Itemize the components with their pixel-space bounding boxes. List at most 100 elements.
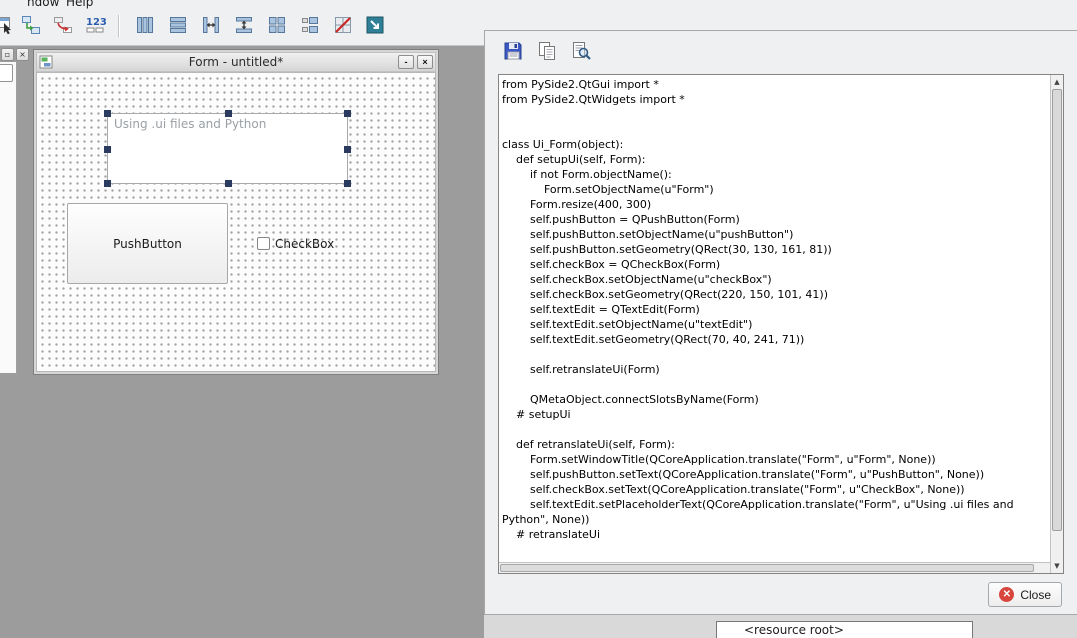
find-icon — [569, 39, 593, 63]
break-layout-icon — [332, 14, 354, 36]
code-line: QMetaObject.connectSlotsByName(Form) — [502, 392, 1048, 407]
edit-signals-slots-icon — [20, 14, 42, 36]
selection-handle[interactable] — [344, 180, 351, 187]
dock-titlebar-fragment: ▫ × — [1, 48, 29, 61]
break-layout-button[interactable] — [329, 11, 357, 39]
copy-button[interactable] — [533, 37, 561, 65]
horizontal-scrollbar-thumb[interactable] — [500, 564, 1034, 572]
code-line: self.textEdit.setObjectName(u"textEdit") — [502, 317, 1048, 332]
layout-vertical-button[interactable] — [164, 11, 192, 39]
code-text[interactable]: from PySide2.QtGui import *from PySide2.… — [499, 75, 1050, 562]
close-icon: ✕ — [999, 587, 1014, 602]
code-line: self.textEdit.setGeometry(QRect(70, 40, … — [502, 332, 1048, 347]
code-line: Form.setObjectName(u"Form") — [502, 182, 1048, 197]
selection-handle[interactable] — [225, 180, 232, 187]
textedit-widget[interactable]: Using .ui files and Python — [107, 113, 348, 184]
edit-buddies-icon — [52, 14, 74, 36]
form-window[interactable]: Form - untitled* - × Using .ui files and… — [33, 49, 439, 375]
code-line: from PySide2.QtGui import * — [502, 77, 1048, 92]
pushbutton-widget[interactable]: PushButton — [67, 203, 228, 284]
scroll-down-icon[interactable]: ▼ — [1051, 559, 1063, 573]
code-line: self.checkBox.setGeometry(QRect(220, 150… — [502, 287, 1048, 302]
code-line: Form.resize(400, 300) — [502, 197, 1048, 212]
form-window-title: Form - untitled* — [37, 55, 435, 69]
save-button[interactable] — [499, 37, 527, 65]
copy-icon — [535, 39, 559, 63]
code-editor[interactable]: from PySide2.QtGui import *from PySide2.… — [498, 74, 1064, 574]
code-line — [502, 377, 1048, 392]
code-line: # setupUi — [502, 407, 1048, 422]
code-line: self.checkBox = QCheckBox(Form) — [502, 257, 1048, 272]
code-dialog-toolbar — [499, 37, 595, 65]
selection-handle[interactable] — [104, 146, 111, 153]
code-line: self.pushButton.setGeometry(QRect(30, 13… — [502, 242, 1048, 257]
scrollbar-thumb[interactable] — [1052, 89, 1062, 531]
menubar: ndow Help — [0, 0, 1077, 9]
checkbox-label: CheckBox — [275, 237, 334, 251]
adjust-size-button[interactable] — [361, 11, 389, 39]
scroll-up-icon[interactable]: ▲ — [1051, 75, 1063, 89]
layout-splitter-vertical-icon — [233, 14, 255, 36]
layout-grid-button[interactable] — [263, 11, 291, 39]
pushbutton-label: PushButton — [113, 237, 182, 251]
layout-vertical-icon — [167, 14, 189, 36]
vertical-scrollbar[interactable]: ▲ ▼ — [1050, 75, 1063, 573]
form-window-icon — [39, 55, 53, 69]
resource-root-item[interactable]: <resource root> — [716, 621, 973, 638]
code-line: self.pushButton = QPushButton(Form) — [502, 212, 1048, 227]
code-preview-dialog: from PySide2.QtGui import *from PySide2.… — [484, 30, 1077, 615]
close-window-button[interactable]: × — [417, 55, 433, 69]
layout-form-button[interactable] — [296, 11, 324, 39]
close-dialog-button[interactable]: ✕ Close — [988, 582, 1062, 607]
code-line: def retranslateUi(self, Form): — [502, 437, 1048, 452]
edit-tab-order-button[interactable]: 123 — [81, 11, 109, 39]
dock-float-icon[interactable]: ▫ — [1, 48, 14, 61]
selection-handle[interactable] — [344, 146, 351, 153]
code-line: # retranslateUi — [502, 527, 1048, 542]
save-icon — [501, 39, 525, 63]
selection-handle[interactable] — [104, 110, 111, 117]
code-line: if not Form.objectName(): — [502, 167, 1048, 182]
menu-help[interactable]: Help — [66, 0, 93, 9]
selection-handle[interactable] — [104, 180, 111, 187]
form-titlebar[interactable]: Form - untitled* - × — [36, 52, 436, 72]
layout-form-icon — [299, 14, 321, 36]
svg-text:123: 123 — [86, 17, 106, 28]
menu-window[interactable]: ndow — [27, 0, 59, 9]
layout-horizontal-button[interactable] — [131, 11, 159, 39]
code-line: def setupUi(self, Form): — [502, 152, 1048, 167]
code-line — [502, 422, 1048, 437]
code-line: Form.setWindowTitle(QCoreApplication.tra… — [502, 452, 1048, 467]
horizontal-scrollbar[interactable] — [499, 562, 1050, 573]
edit-signals-slots-button[interactable] — [17, 11, 45, 39]
code-line — [502, 122, 1048, 137]
widget-box-fragment — [0, 62, 17, 373]
code-line: from PySide2.QtWidgets import * — [502, 92, 1048, 107]
selection-handle[interactable] — [225, 110, 232, 117]
layout-splitter-horizontal-icon — [200, 14, 222, 36]
code-line — [502, 107, 1048, 122]
checkbox-indicator[interactable] — [257, 237, 270, 250]
edit-tab-order-icon: 123 — [84, 14, 106, 36]
layout-splitter-horizontal-button[interactable] — [197, 11, 225, 39]
layout-horizontal-icon — [134, 14, 156, 36]
adjust-size-icon — [364, 14, 386, 36]
form-canvas[interactable]: Using .ui files and Python PushButton Ch… — [36, 72, 436, 372]
code-line: self.retranslateUi(Form) — [502, 362, 1048, 377]
selection-handle[interactable] — [344, 110, 351, 117]
find-button[interactable] — [567, 37, 595, 65]
dock-close-icon[interactable]: × — [16, 48, 29, 61]
layout-splitter-vertical-button[interactable] — [230, 11, 258, 39]
edit-widgets-icon — [0, 14, 16, 36]
resource-root-label: <resource root> — [744, 623, 844, 637]
code-line: self.textEdit = QTextEdit(Form) — [502, 302, 1048, 317]
code-line: self.pushButton.setObjectName(u"pushButt… — [502, 227, 1048, 242]
layout-grid-icon — [266, 14, 288, 36]
edit-buddies-button[interactable] — [49, 11, 77, 39]
close-button-label: Close — [1020, 588, 1051, 602]
filter-input-fragment[interactable] — [0, 64, 13, 82]
textedit-placeholder: Using .ui files and Python — [108, 114, 347, 134]
minimize-button[interactable]: - — [398, 55, 414, 69]
code-line: self.checkBox.setObjectName(u"checkBox") — [502, 272, 1048, 287]
checkbox-widget[interactable]: CheckBox — [257, 223, 358, 264]
